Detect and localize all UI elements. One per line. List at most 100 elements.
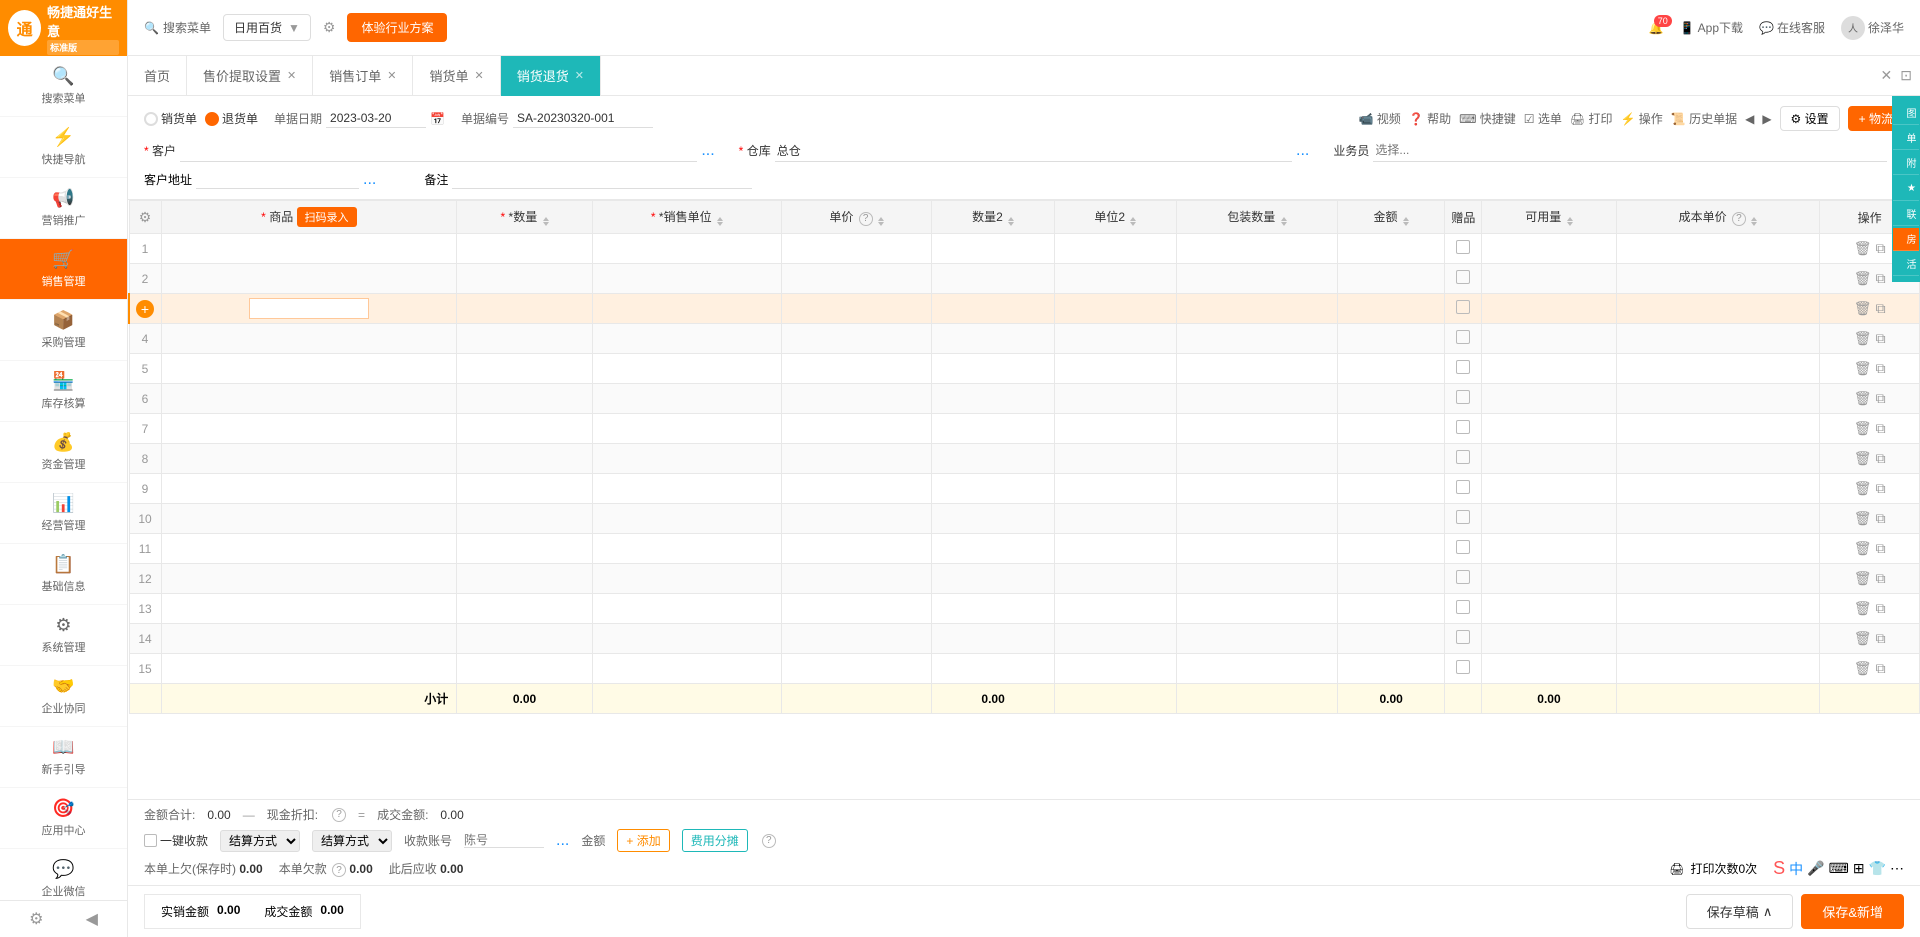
available-cell[interactable]: [1482, 354, 1616, 384]
action-help[interactable]: ❓ 帮助: [1409, 110, 1451, 127]
amount-cell[interactable]: [1337, 474, 1444, 504]
gift-cell[interactable]: [1445, 324, 1482, 354]
calendar-icon[interactable]: 📅: [430, 112, 445, 126]
qty-cell[interactable]: [457, 414, 593, 444]
customer-dots-icon[interactable]: ...: [701, 142, 714, 160]
delete-row-button[interactable]: 🗑: [1854, 270, 1872, 287]
qty-cell[interactable]: [457, 534, 593, 564]
available-cell[interactable]: [1482, 294, 1616, 324]
staff-input[interactable]: [1373, 139, 1886, 162]
qty-cell[interactable]: [457, 654, 593, 684]
product-cell[interactable]: [161, 384, 457, 414]
amount-cell[interactable]: [1337, 294, 1444, 324]
cost-cell[interactable]: [1616, 504, 1820, 534]
sidebar-item-basic[interactable]: 📋基础信息: [0, 544, 127, 605]
qty-cell[interactable]: [457, 444, 593, 474]
action-operate[interactable]: ⚡ 操作: [1620, 110, 1662, 127]
product-cell[interactable]: [161, 354, 457, 384]
available-cell[interactable]: [1482, 444, 1616, 474]
cost-cell[interactable]: [1616, 234, 1820, 264]
add-payment-button[interactable]: + 添加: [617, 829, 669, 852]
toolbar-shirt-icon[interactable]: 👕: [1869, 860, 1886, 877]
unit2-cell[interactable]: [1054, 444, 1176, 474]
qty2-cell[interactable]: [932, 324, 1054, 354]
tab-sales-return-close[interactable]: ✕: [575, 69, 584, 82]
gift-checkbox[interactable]: [1456, 420, 1470, 434]
price-cell[interactable]: [781, 414, 931, 444]
copy-row-button[interactable]: ⧉: [1876, 600, 1886, 617]
gift-checkbox[interactable]: [1456, 630, 1470, 644]
unit-cell[interactable]: [592, 474, 781, 504]
gift-cell[interactable]: [1445, 234, 1482, 264]
amount-cell[interactable]: [1337, 414, 1444, 444]
toolbar-zh-icon[interactable]: 中: [1789, 859, 1803, 879]
product-cell[interactable]: [161, 564, 457, 594]
address-input[interactable]: [196, 170, 359, 189]
col-settings[interactable]: ⚙: [129, 201, 161, 234]
product-cell[interactable]: [161, 444, 457, 474]
toolbar-key-icon[interactable]: ⌨: [1829, 860, 1849, 877]
qty2-cell[interactable]: [932, 504, 1054, 534]
cost-cell[interactable]: [1616, 414, 1820, 444]
qty-cell[interactable]: [457, 234, 593, 264]
copy-row-button[interactable]: ⧉: [1876, 480, 1886, 497]
calc-select[interactable]: 结算方式: [312, 830, 392, 852]
price-cell[interactable]: [781, 594, 931, 624]
remark-input[interactable]: [452, 170, 752, 189]
cost-cell[interactable]: [1616, 264, 1820, 294]
available-cell[interactable]: [1482, 414, 1616, 444]
amount-cell[interactable]: [1337, 324, 1444, 354]
rp-link-btn[interactable]: 联: [1893, 203, 1919, 226]
gift-checkbox[interactable]: [1456, 540, 1470, 554]
amount-cell[interactable]: [1337, 234, 1444, 264]
packqty-cell[interactable]: [1177, 564, 1338, 594]
price-sort-icon[interactable]: [878, 217, 884, 226]
unit2-sort-icon[interactable]: [1130, 217, 1136, 226]
copy-row-button[interactable]: ⧉: [1876, 270, 1886, 287]
available-sort-icon[interactable]: [1567, 217, 1573, 226]
cost-sort-icon[interactable]: [1751, 217, 1757, 226]
packqty-cell[interactable]: [1177, 534, 1338, 564]
gift-cell[interactable]: [1445, 384, 1482, 414]
copy-row-button[interactable]: ⧉: [1876, 540, 1886, 557]
gift-cell[interactable]: [1445, 594, 1482, 624]
delete-row-button[interactable]: 🗑: [1854, 540, 1872, 557]
product-cell[interactable]: [161, 264, 457, 294]
unit-cell[interactable]: [592, 594, 781, 624]
order-input[interactable]: SA-20230320-001: [513, 109, 653, 128]
product-cell[interactable]: [161, 624, 457, 654]
gift-cell[interactable]: [1445, 414, 1482, 444]
save-new-button[interactable]: 保存&新增: [1801, 894, 1904, 929]
delete-row-button[interactable]: 🗑: [1854, 660, 1872, 677]
gift-checkbox[interactable]: [1456, 570, 1470, 584]
add-row-icon[interactable]: +: [136, 300, 154, 318]
delete-row-button[interactable]: 🗑: [1854, 600, 1872, 617]
amount-cell[interactable]: [1337, 504, 1444, 534]
copy-row-button[interactable]: ⧉: [1876, 510, 1886, 527]
available-cell[interactable]: [1482, 264, 1616, 294]
cost-cell[interactable]: [1616, 654, 1820, 684]
gift-checkbox[interactable]: [1456, 270, 1470, 284]
qty-sort-icon[interactable]: [543, 217, 549, 226]
delete-row-button[interactable]: 🗑: [1854, 300, 1872, 317]
available-cell[interactable]: [1482, 534, 1616, 564]
copy-row-button[interactable]: ⧉: [1876, 570, 1886, 587]
cost-info-icon[interactable]: ?: [1732, 212, 1746, 226]
user-menu-button[interactable]: 人 徐泽华: [1841, 16, 1904, 40]
unit-cell[interactable]: [592, 384, 781, 414]
qty-cell[interactable]: [457, 264, 593, 294]
qty2-cell[interactable]: [932, 354, 1054, 384]
product-cell[interactable]: [161, 594, 457, 624]
amount-cell[interactable]: [1337, 384, 1444, 414]
amount-sort-icon[interactable]: [1403, 217, 1409, 226]
gift-checkbox[interactable]: [1456, 660, 1470, 674]
action-shortcut[interactable]: ⌨ 快捷键: [1459, 110, 1516, 127]
unit-cell[interactable]: [592, 444, 781, 474]
sidebar-item-finance[interactable]: 💰资金管理: [0, 422, 127, 483]
packqty-cell[interactable]: [1177, 384, 1338, 414]
sidebar-item-operations[interactable]: 📊经营管理: [0, 483, 127, 544]
available-cell[interactable]: [1482, 564, 1616, 594]
date-input[interactable]: 2023-03-20: [326, 109, 426, 128]
sidebar-collapse-button[interactable]: ◀: [86, 909, 98, 929]
toolbar-mic-icon[interactable]: 🎤: [1807, 860, 1824, 877]
